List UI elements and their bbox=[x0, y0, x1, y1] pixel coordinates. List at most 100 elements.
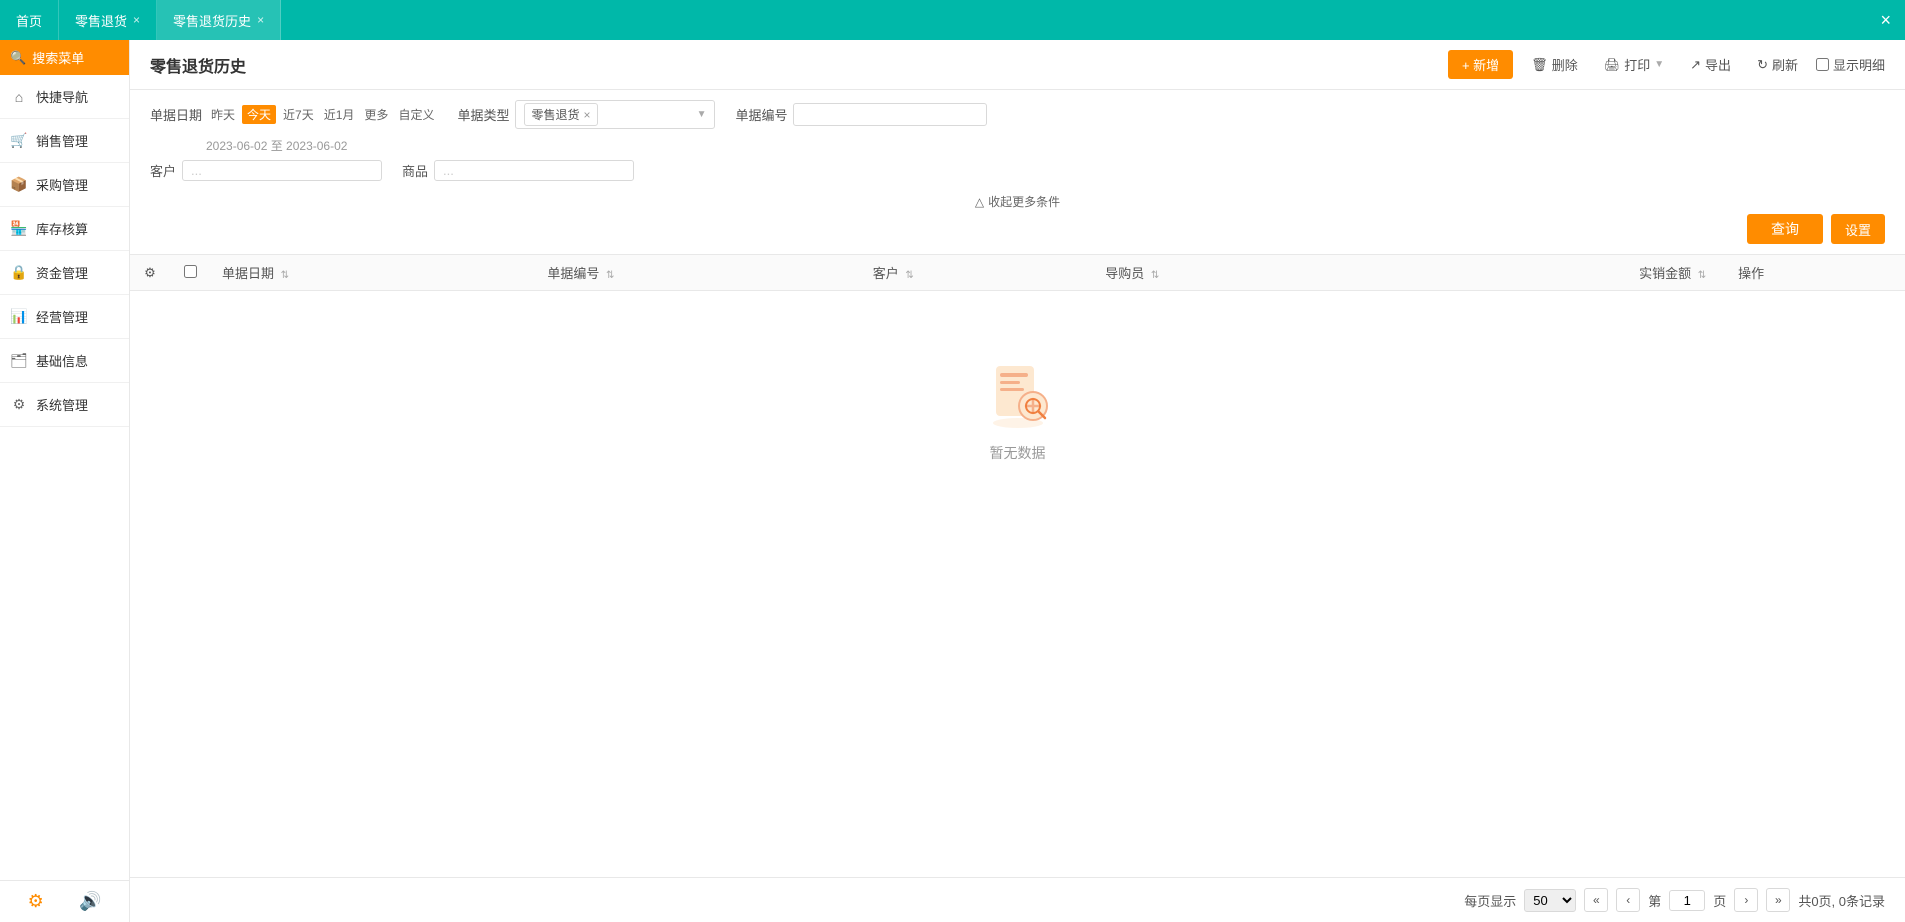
table-header-row: ⚙ 单据日期 ⇅ 单据编号 ⇅ bbox=[130, 255, 1905, 291]
sidebar-item-basicinfo[interactable]: 🗂 基础信息 bbox=[0, 339, 129, 383]
cart-icon: 🛒 bbox=[10, 132, 28, 150]
sidebar-item-finance-label: 资金管理 bbox=[36, 263, 88, 282]
bill-no-filter: 单据编号 bbox=[735, 103, 987, 126]
goods-input[interactable]: ... bbox=[443, 163, 454, 178]
nav-tabs: 首页 零售退货 × 零售退货历史 × bbox=[0, 0, 1866, 40]
sidebar-item-purchase-label: 采购管理 bbox=[36, 175, 88, 194]
refresh-button[interactable]: ↻ 刷新 bbox=[1749, 51, 1806, 78]
sidebar-item-operation[interactable]: 📊 经营管理 bbox=[0, 295, 129, 339]
tab-retail-return-history[interactable]: 零售退货历史 × bbox=[157, 0, 281, 40]
tab-retail-return-close[interactable]: × bbox=[133, 13, 140, 27]
sidebar-item-quicknav-label: 快捷导航 bbox=[36, 87, 88, 106]
th-bill-date[interactable]: 单据日期 ⇅ bbox=[210, 255, 535, 291]
bill-type-value: 零售退货 bbox=[531, 106, 579, 123]
home-icon: ⌂ bbox=[10, 88, 28, 106]
sidebar-item-basicinfo-label: 基础信息 bbox=[36, 351, 88, 370]
print-dropdown-icon: ▼ bbox=[1654, 59, 1664, 70]
bill-type-tag-close[interactable]: × bbox=[583, 108, 590, 122]
show-detail-wrapper: 显示明细 bbox=[1816, 55, 1885, 74]
bill-no-input[interactable] bbox=[793, 103, 987, 126]
empty-text: 暂无数据 bbox=[990, 443, 1046, 463]
delete-button[interactable]: 🗑 删除 bbox=[1523, 51, 1586, 78]
th-bill-no[interactable]: 单据编号 ⇅ bbox=[535, 255, 860, 291]
tab-home-label: 首页 bbox=[16, 11, 42, 30]
prev-page-btn[interactable]: ‹ bbox=[1616, 888, 1640, 912]
sidebar-item-sales[interactable]: 🛒 销售管理 bbox=[0, 119, 129, 163]
refresh-icon: ↻ bbox=[1757, 57, 1768, 73]
th-customer[interactable]: 客户 ⇅ bbox=[861, 255, 1093, 291]
date-yesterday[interactable]: 昨天 bbox=[208, 105, 238, 124]
sidebar-item-finance[interactable]: 🔒 资金管理 bbox=[0, 251, 129, 295]
sidebar-item-inventory[interactable]: 🏪 库存核算 bbox=[0, 207, 129, 251]
sidebar-bottom: ⚙ 🔊 bbox=[0, 880, 129, 922]
customer-label: 客户 bbox=[150, 161, 176, 180]
volume-icon[interactable]: 🔊 bbox=[79, 891, 101, 912]
date-more[interactable]: 更多 bbox=[361, 105, 391, 124]
last-page-btn[interactable]: » bbox=[1766, 888, 1790, 912]
th-guide-sort: ⇅ bbox=[1151, 270, 1159, 281]
settings-query-button[interactable]: 设置 bbox=[1831, 214, 1885, 244]
sidebar-item-operation-label: 经营管理 bbox=[36, 307, 88, 326]
settings-icon: ⚙ bbox=[10, 396, 28, 414]
tab-retail-return-history-label: 零售退货历史 bbox=[173, 11, 251, 30]
sidebar-item-sales-label: 销售管理 bbox=[36, 131, 88, 150]
date-range-display: 2023-06-02 至 2023-06-02 bbox=[206, 137, 347, 154]
date-filter: 单据日期 昨天 今天 近7天 近1月 更多 自定义 bbox=[150, 105, 437, 124]
date-custom[interactable]: 自定义 bbox=[395, 105, 437, 124]
sidebar-item-purchase[interactable]: 📦 采购管理 bbox=[0, 163, 129, 207]
per-page-select[interactable]: 10 20 50 100 bbox=[1524, 889, 1576, 912]
gear-bottom-icon[interactable]: ⚙ bbox=[28, 891, 44, 912]
print-button[interactable]: 🖨 打印 ▼ bbox=[1596, 51, 1672, 78]
customer-input[interactable]: ... bbox=[191, 163, 202, 178]
show-detail-checkbox[interactable] bbox=[1816, 58, 1829, 71]
delete-label: 删除 bbox=[1552, 55, 1578, 74]
tab-retail-return[interactable]: 零售退货 × bbox=[59, 0, 157, 40]
tab-home[interactable]: 首页 bbox=[0, 0, 59, 40]
bill-type-filter: 单据类型 零售退货 × ▼ bbox=[457, 100, 715, 129]
new-button[interactable]: + 新增 bbox=[1448, 50, 1513, 79]
collapse-label: 收起更多条件 bbox=[988, 193, 1060, 210]
pagination-summary: 共0页, 0条记录 bbox=[1798, 891, 1885, 910]
data-table: ⚙ 单据日期 ⇅ 单据编号 ⇅ bbox=[130, 255, 1905, 291]
go-page-label: 第 bbox=[1648, 891, 1661, 910]
current-page-input[interactable] bbox=[1669, 890, 1705, 911]
date-7days[interactable]: 近7天 bbox=[280, 105, 317, 124]
th-actions-label: 操作 bbox=[1738, 266, 1764, 281]
page-header: 零售退货历史 + 新增 🗑 删除 🖨 打印 ▼ ↗ 导出 ↻ bbox=[130, 40, 1905, 90]
date-label: 单据日期 bbox=[150, 105, 202, 124]
th-guide-label: 导购员 bbox=[1105, 266, 1144, 281]
export-icon: ↗ bbox=[1690, 57, 1701, 73]
th-bill-no-label: 单据编号 bbox=[547, 266, 599, 281]
tab-retail-return-history-close[interactable]: × bbox=[257, 13, 264, 27]
th-guide[interactable]: 导购员 ⇅ bbox=[1093, 255, 1372, 291]
th-settings[interactable]: ⚙ bbox=[130, 255, 170, 291]
query-button[interactable]: 查询 bbox=[1747, 214, 1823, 244]
sidebar-search[interactable]: 🔍 搜索菜单 bbox=[0, 40, 129, 75]
bill-type-dropdown-icon[interactable]: ▼ bbox=[697, 109, 707, 120]
th-amount-label: 实销金额 bbox=[1639, 266, 1691, 281]
page-title: 零售退货历史 bbox=[150, 53, 246, 77]
sidebar-search-label: 搜索菜单 bbox=[32, 48, 84, 67]
window-close-button[interactable]: × bbox=[1866, 10, 1905, 31]
date-1month[interactable]: 近1月 bbox=[321, 105, 358, 124]
filter-row-2: 客户 ... 商品 ... bbox=[150, 160, 1885, 181]
goods-label: 商品 bbox=[402, 161, 428, 180]
settings-icon: ⚙ bbox=[144, 265, 156, 280]
date-today[interactable]: 今天 bbox=[242, 105, 276, 124]
collapse-icon: △ bbox=[975, 195, 984, 209]
sidebar: 🔍 搜索菜单 ⌂ 快捷导航 🛒 销售管理 📦 采购管理 🏪 库存核算 🔒 资金管… bbox=[0, 40, 130, 922]
next-page-btn[interactable]: › bbox=[1734, 888, 1758, 912]
sidebar-item-quicknav[interactable]: ⌂ 快捷导航 bbox=[0, 75, 129, 119]
collapse-filter-btn[interactable]: △ 收起更多条件 bbox=[975, 193, 1060, 210]
th-checkbox[interactable] bbox=[170, 255, 210, 291]
refresh-label: 刷新 bbox=[1772, 55, 1798, 74]
chart-icon: 📊 bbox=[10, 308, 28, 326]
export-button[interactable]: ↗ 导出 bbox=[1682, 51, 1739, 78]
first-page-btn[interactable]: « bbox=[1584, 888, 1608, 912]
select-all-checkbox[interactable] bbox=[184, 265, 197, 278]
th-amount[interactable]: 实销金额 ⇅ bbox=[1372, 255, 1726, 291]
filter-row-date-range: 2023-06-02 至 2023-06-02 bbox=[150, 137, 1885, 154]
sidebar-item-system[interactable]: ⚙ 系统管理 bbox=[0, 383, 129, 427]
export-label: 导出 bbox=[1705, 55, 1731, 74]
filter-bar: 单据日期 昨天 今天 近7天 近1月 更多 自定义 单据类型 bbox=[130, 90, 1905, 255]
